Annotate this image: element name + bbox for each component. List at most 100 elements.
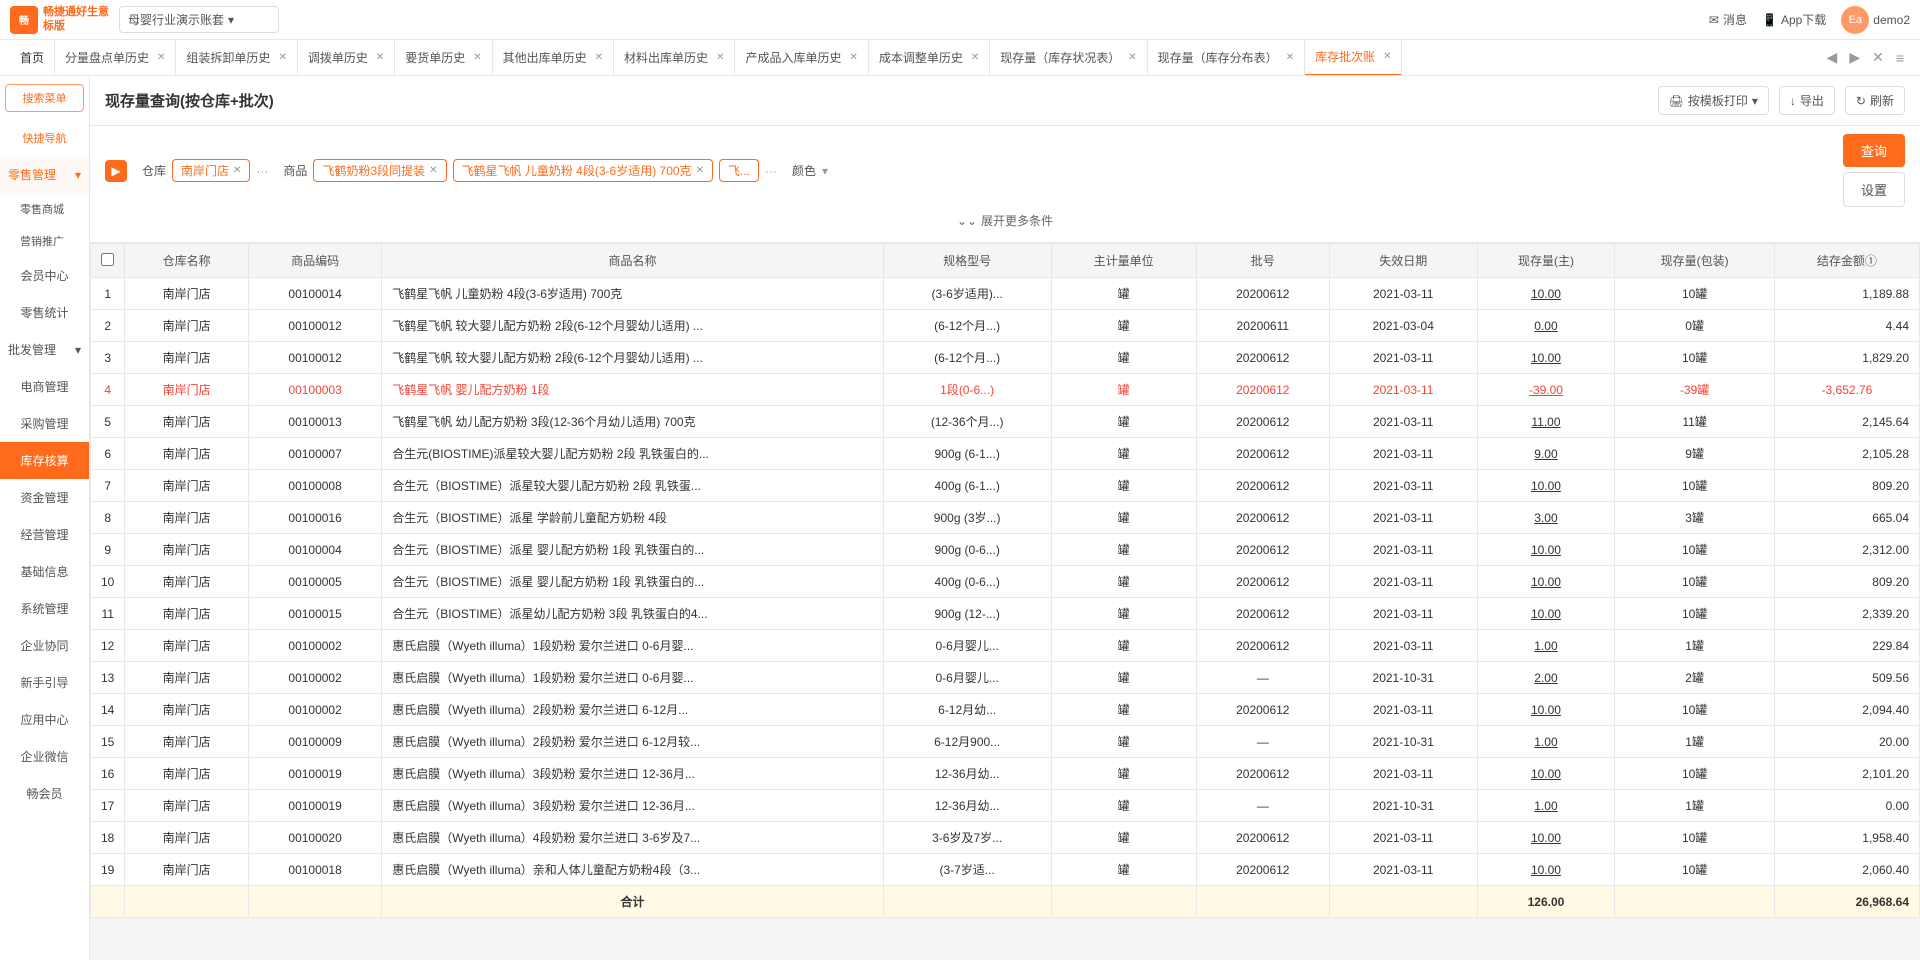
sidebar-item-ops[interactable]: 经营管理 — [0, 516, 89, 553]
product-tag-3[interactable]: 飞... — [719, 159, 759, 182]
fenpan-close-icon[interactable]: ✕ — [157, 52, 165, 63]
sidebar-item-marketing[interactable]: 营销推广 — [0, 225, 89, 257]
nav-menu-icon[interactable]: ≡ — [1890, 50, 1910, 66]
diaob-close-icon[interactable]: ✕ — [376, 52, 384, 63]
refresh-btn[interactable]: ↻ 刷新 — [1845, 86, 1905, 115]
clck-close-icon[interactable]: ✕ — [716, 52, 724, 63]
cell-qty-main[interactable]: 11.00 — [1477, 406, 1615, 438]
export-btn[interactable]: ↓ 导出 — [1779, 86, 1835, 115]
nav-left-arrow[interactable]: ◀ — [1821, 49, 1844, 66]
cbtz-close-icon[interactable]: ✕ — [971, 52, 979, 63]
warehouse-tag-close-icon[interactable]: ✕ — [233, 165, 241, 176]
sidebar-item-retail[interactable]: 零售管理 ▾ — [0, 156, 89, 193]
cell-unit: 罐 — [1051, 342, 1196, 374]
sidebar-item-collab[interactable]: 企业协同 — [0, 627, 89, 664]
cell-qty-main[interactable]: 10.00 — [1477, 598, 1615, 630]
nav-tab-kcpz[interactable]: 库存批次账 ✕ — [1305, 40, 1402, 76]
cell-qty-main[interactable]: -39.00 — [1477, 374, 1615, 406]
cell-qty-pkg: 0罐 — [1615, 310, 1774, 342]
sidebar-item-wechat[interactable]: 企业微信 — [0, 738, 89, 775]
cell-spec: 0-6月婴儿... — [883, 662, 1051, 694]
cell-qty-main[interactable]: 1.00 — [1477, 630, 1615, 662]
sidebar-item-purchase[interactable]: 采购管理 — [0, 405, 89, 442]
kcfb-close-icon[interactable]: ✕ — [1286, 52, 1294, 63]
cell-qty-main[interactable]: 10.00 — [1477, 278, 1615, 310]
cell-spec: 3-6岁及7岁... — [883, 822, 1051, 854]
product-tag-2[interactable]: 飞鹤星飞帆 儿童奶粉 4段(3-6岁适用) 700克 ✕ — [453, 159, 713, 182]
nav-tab-zuzhang[interactable]: 组装拆卸单历史 ✕ — [176, 40, 297, 76]
cell-qty-main[interactable]: 1.00 — [1477, 790, 1615, 822]
cell-qty-main[interactable]: 9.00 — [1477, 438, 1615, 470]
expand-conditions-btn[interactable]: ⌄⌄ 展开更多条件 — [105, 207, 1905, 234]
sidebar-item-vip[interactable]: 畅会员 — [0, 775, 89, 812]
expand-arrow-btn[interactable]: ▶ — [105, 160, 127, 182]
cell-qty-main[interactable]: 10.00 — [1477, 854, 1615, 886]
sidebar-item-mall[interactable]: 零售商城 — [0, 193, 89, 225]
kczk-close-icon[interactable]: ✕ — [1128, 52, 1136, 63]
cell-qty-main[interactable]: 10.00 — [1477, 566, 1615, 598]
select-all-checkbox[interactable] — [101, 253, 114, 266]
table-row: 11 南岸门店 00100015 合生元（BIOSTIME）派星幼儿配方奶粉 3… — [91, 598, 1920, 630]
cell-qty-main[interactable]: 0.00 — [1477, 310, 1615, 342]
cell-qty-main[interactable]: 10.00 — [1477, 534, 1615, 566]
yaohuo-close-icon[interactable]: ✕ — [473, 52, 481, 63]
warehouse-more-icon[interactable]: ··· — [256, 164, 268, 178]
cell-amount: 2,060.40 — [1774, 854, 1919, 886]
total-empty-4 — [883, 886, 1051, 918]
sidebar-item-appcenter[interactable]: 应用中心 — [0, 701, 89, 738]
sidebar-item-member[interactable]: 会员中心 — [0, 257, 89, 294]
cell-qty-main[interactable]: 10.00 — [1477, 342, 1615, 374]
user-avatar-area[interactable]: Ea demo2 — [1841, 6, 1910, 34]
cell-no: 12 — [91, 630, 125, 662]
nav-tab-kczk[interactable]: 现存量（库存状况表） ✕ — [990, 40, 1147, 76]
nav-tab-home[interactable]: 首页 — [10, 40, 55, 76]
industry-selector[interactable]: 母婴行业演示账套 ▾ — [119, 6, 279, 33]
quick-nav-btn[interactable]: 快捷导航 — [0, 125, 89, 151]
sidebar-item-inventory[interactable]: 库存核算 — [0, 442, 89, 479]
table-row: 2 南岸门店 00100012 飞鹤星飞帆 较大婴儿配方奶粉 2段(6-12个月… — [91, 310, 1920, 342]
sidebar-item-system[interactable]: 系统管理 — [0, 590, 89, 627]
nav-tab-diaob[interactable]: 调拨单历史 ✕ — [298, 40, 395, 76]
nav-tab-crk[interactable]: 产成品入库单历史 ✕ — [735, 40, 868, 76]
nav-right-arrow[interactable]: ▶ — [1843, 49, 1866, 66]
cell-name: 惠氏启膜（Wyeth illuma）1段奶粉 爱尔兰进口 0-6月婴... — [382, 630, 884, 662]
product-tag-1-close-icon[interactable]: ✕ — [429, 165, 437, 176]
cell-qty-main[interactable]: 1.00 — [1477, 726, 1615, 758]
nav-tab-fenpan[interactable]: 分量盘点单历史 ✕ — [55, 40, 176, 76]
nav-tab-clck[interactable]: 材料出库单历史 ✕ — [614, 40, 735, 76]
warehouse-tag[interactable]: 南岸门店 ✕ — [172, 159, 250, 182]
sidebar-item-guide[interactable]: 新手引导 — [0, 664, 89, 701]
sidebar-item-finance[interactable]: 资金管理 — [0, 479, 89, 516]
cell-qty-main[interactable]: 2.00 — [1477, 662, 1615, 694]
vip-label: 畅会员 — [26, 787, 62, 801]
nav-tab-qtck[interactable]: 其他出库单历史 ✕ — [493, 40, 614, 76]
kcpz-close-icon[interactable]: ✕ — [1383, 51, 1391, 62]
app-download-btn[interactable]: 📱 App下载 — [1762, 11, 1826, 28]
message-btn[interactable]: ✉ 消息 — [1709, 11, 1747, 28]
qtck-close-icon[interactable]: ✕ — [595, 52, 603, 63]
nav-tab-cbtz[interactable]: 成本调整单历史 ✕ — [869, 40, 990, 76]
nav-close-all[interactable]: ✕ — [1866, 49, 1890, 66]
query-btn[interactable]: 查询 — [1843, 134, 1905, 167]
product-tag-1[interactable]: 飞鹤奶粉3段同提装 ✕ — [313, 159, 446, 182]
product-tag-2-close-icon[interactable]: ✕ — [696, 165, 704, 176]
sidebar-item-base[interactable]: 基础信息 — [0, 553, 89, 590]
cell-qty-main[interactable]: 10.00 — [1477, 694, 1615, 726]
nav-tab-kcfb[interactable]: 现存量（库存分布表） ✕ — [1148, 40, 1305, 76]
setting-btn[interactable]: 设置 — [1843, 172, 1905, 207]
sidebar-item-stats[interactable]: 零售统计 — [0, 294, 89, 331]
th-checkbox[interactable] — [91, 244, 125, 278]
sidebar-item-ecommerce[interactable]: 电商管理 — [0, 368, 89, 405]
product-more-icon[interactable]: ··· — [765, 164, 777, 178]
search-menu-btn[interactable]: 搜索菜单 — [5, 84, 84, 112]
nav-tab-yaohuo[interactable]: 要货单历史 ✕ — [395, 40, 492, 76]
color-dropdown-icon[interactable]: ▾ — [822, 164, 828, 178]
cell-qty-main[interactable]: 10.00 — [1477, 758, 1615, 790]
cell-qty-main[interactable]: 3.00 — [1477, 502, 1615, 534]
cell-qty-main[interactable]: 10.00 — [1477, 470, 1615, 502]
print-btn[interactable]: 🖨 按模板打印 ▾ — [1658, 86, 1769, 115]
crk-close-icon[interactable]: ✕ — [849, 52, 857, 63]
sidebar-item-wholesale[interactable]: 批发管理 ▾ — [0, 331, 89, 368]
cell-qty-main[interactable]: 10.00 — [1477, 822, 1615, 854]
zuzhang-close-icon[interactable]: ✕ — [278, 52, 286, 63]
